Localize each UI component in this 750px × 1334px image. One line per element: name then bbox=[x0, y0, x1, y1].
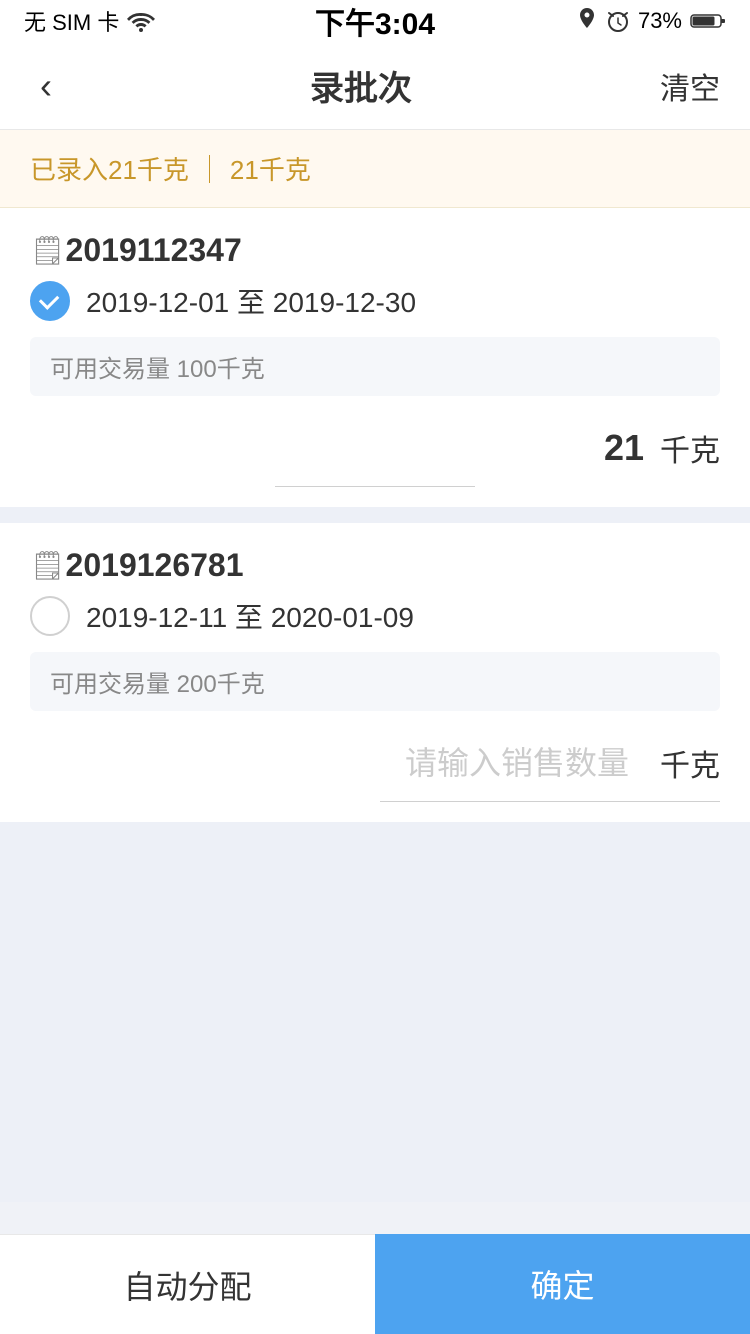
recorded-label: 已录入21千克 bbox=[30, 150, 189, 187]
status-time: 下午3:04 bbox=[315, 0, 435, 43]
batch-date-1: 2019-12-01 至 2019-12-30 bbox=[86, 281, 416, 321]
doc-icon-1: 🗒 bbox=[30, 234, 66, 267]
battery-label: 73% bbox=[638, 8, 682, 34]
alarm-icon bbox=[606, 8, 630, 34]
location-icon bbox=[576, 8, 598, 34]
available-qty-1: 可用交易量 100千克 bbox=[30, 337, 720, 396]
status-right: 73% bbox=[576, 8, 726, 34]
back-button[interactable]: ‹ bbox=[30, 55, 62, 117]
qty-row-1: 21 千克 bbox=[30, 416, 720, 486]
status-left: 无 SIM 卡 bbox=[24, 5, 155, 37]
radio-unchecked-2[interactable] bbox=[30, 596, 70, 636]
doc-icon-2: 🗒 bbox=[30, 549, 66, 582]
batch-header-1: 🗒 2019112347 bbox=[30, 232, 720, 269]
page-title: 录批次 bbox=[310, 61, 412, 110]
no-sim-label: 无 SIM 卡 bbox=[24, 5, 119, 37]
qty-input-row[interactable]: 千克 bbox=[30, 731, 720, 801]
auto-distribute-button[interactable]: 自动分配 bbox=[0, 1234, 375, 1334]
divider-1 bbox=[275, 486, 475, 487]
batch-id-2: 2019126781 bbox=[66, 547, 244, 584]
info-divider bbox=[209, 155, 210, 183]
available-qty-2: 可用交易量 200千克 bbox=[30, 652, 720, 711]
info-value: 21千克 bbox=[230, 150, 311, 187]
nav-bar: ‹ 录批次 清空 bbox=[0, 42, 750, 130]
info-banner: 已录入21千克 21千克 bbox=[0, 130, 750, 208]
input-underline bbox=[380, 801, 720, 802]
confirm-button[interactable]: 确定 bbox=[375, 1234, 750, 1334]
qty-value-1: 21 bbox=[604, 427, 644, 469]
clear-button[interactable]: 清空 bbox=[660, 64, 720, 108]
empty-area bbox=[0, 822, 750, 1202]
section-sep bbox=[0, 507, 750, 523]
batch-date-2: 2019-12-11 至 2020-01-09 bbox=[86, 596, 414, 636]
batch-date-row-1[interactable]: 2019-12-01 至 2019-12-30 bbox=[30, 281, 720, 321]
radio-checked-1[interactable] bbox=[30, 281, 70, 321]
battery-icon bbox=[690, 12, 726, 30]
status-bar: 无 SIM 卡 下午3:04 73% bbox=[0, 0, 750, 42]
wifi-icon bbox=[127, 10, 155, 32]
qty-input[interactable] bbox=[364, 745, 644, 782]
qty-unit-2: 千克 bbox=[660, 741, 720, 785]
batch-id-1: 2019112347 bbox=[66, 232, 242, 269]
batch-card-2: 🗒 2019126781 2019-12-11 至 2020-01-09 可用交… bbox=[0, 523, 750, 822]
batch-header-2: 🗒 2019126781 bbox=[30, 547, 720, 584]
batch-date-row-2[interactable]: 2019-12-11 至 2020-01-09 bbox=[30, 596, 720, 636]
qty-unit-1: 千克 bbox=[660, 426, 720, 470]
bottom-bar: 自动分配 确定 bbox=[0, 1234, 750, 1334]
batch-card-1: 🗒 2019112347 2019-12-01 至 2019-12-30 可用交… bbox=[0, 208, 750, 507]
